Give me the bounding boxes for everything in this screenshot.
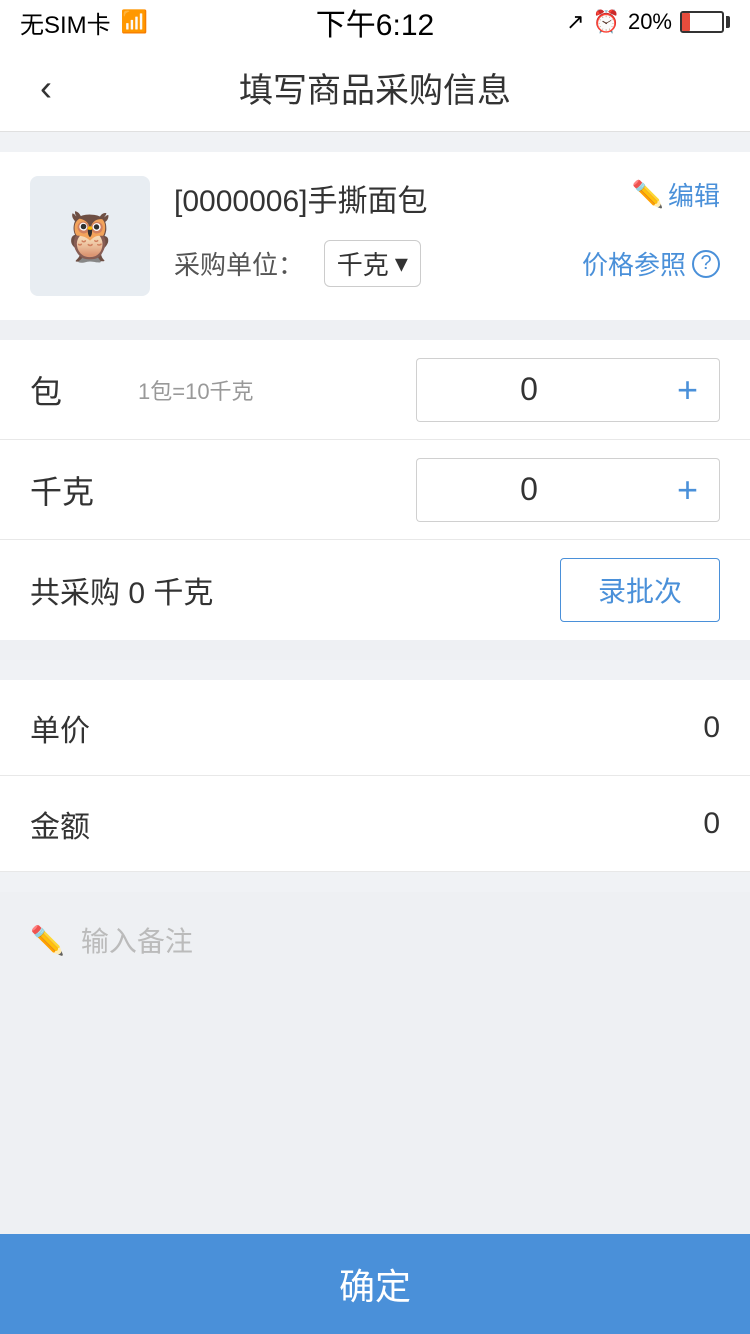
batch-button[interactable]: 录批次 bbox=[560, 558, 720, 622]
page-title: 填写商品采购信息 bbox=[239, 63, 511, 112]
pencil-icon: ✏️ bbox=[30, 924, 65, 957]
pack-input-group: + bbox=[416, 358, 720, 422]
battery-percent: 20% bbox=[628, 9, 672, 35]
confirm-button[interactable]: 确定 bbox=[0, 1234, 750, 1334]
kg-input-group: + bbox=[416, 458, 720, 522]
section-divider-1 bbox=[0, 320, 750, 340]
unit-price-row: 单价 0 bbox=[0, 680, 750, 776]
unit-price-label: 单价 bbox=[30, 706, 90, 750]
pack-quantity-input[interactable] bbox=[416, 358, 656, 422]
battery-icon bbox=[680, 11, 730, 33]
pack-plus-button[interactable]: + bbox=[656, 358, 720, 422]
kg-quantity-input[interactable] bbox=[416, 458, 656, 522]
chevron-down-icon: ▾ bbox=[395, 248, 408, 279]
back-button[interactable]: ‹ bbox=[30, 57, 62, 119]
kg-label: 千克 bbox=[30, 467, 130, 513]
section-divider-2 bbox=[0, 640, 750, 660]
alarm-icon: ⏰ bbox=[593, 9, 620, 35]
help-icon: ? bbox=[692, 250, 720, 278]
unit-price-value: 0 bbox=[703, 711, 720, 745]
edit-button[interactable]: ✏️ 编辑 bbox=[632, 176, 720, 213]
status-time: 下午6:12 bbox=[316, 9, 434, 42]
unit-select[interactable]: 千克 ▾ bbox=[324, 240, 421, 287]
summary-text: 共采购 0 千克 bbox=[30, 568, 213, 612]
kg-input-row: 千克 + bbox=[0, 440, 750, 540]
input-section: 包 1包=10千克 + 千克 + bbox=[0, 340, 750, 540]
product-owl-icon: 🦉 bbox=[60, 208, 120, 265]
pack-input-row: 包 1包=10千克 + bbox=[0, 340, 750, 440]
summary-row: 共采购 0 千克 录批次 bbox=[0, 540, 750, 640]
price-section: 单价 0 金额 0 bbox=[0, 680, 750, 872]
status-bar: 无SIM卡 📶 下午6:12 ↗ ⏰ 20% bbox=[0, 0, 750, 44]
price-ref-button[interactable]: 价格参照 ? bbox=[582, 245, 720, 282]
note-section[interactable]: ✏️ 输入备注 bbox=[0, 892, 750, 988]
edit-icon: ✏️ bbox=[632, 179, 664, 210]
product-image: 🦉 bbox=[30, 176, 150, 296]
nav-bar: ‹ 填写商品采购信息 bbox=[0, 44, 750, 132]
kg-plus-button[interactable]: + bbox=[656, 458, 720, 522]
note-placeholder: 输入备注 bbox=[81, 920, 193, 960]
unit-label: 采购单位： bbox=[174, 250, 304, 280]
amount-value: 0 bbox=[703, 807, 720, 841]
location-icon: ↗ bbox=[566, 9, 584, 35]
wifi-icon: 📶 bbox=[121, 9, 148, 35]
product-card: 🦉 [0000006]手撕面包 ✏️ 编辑 采购单位： 千克 ▾ 价格参照 ? bbox=[0, 152, 750, 320]
amount-row: 金额 0 bbox=[0, 776, 750, 872]
carrier-text: 无SIM卡 bbox=[20, 5, 111, 40]
pack-label: 包 bbox=[30, 367, 130, 413]
product-name: [0000006]手撕面包 bbox=[174, 176, 427, 220]
pack-sublabel: 1包=10千克 bbox=[138, 374, 416, 406]
amount-label: 金额 bbox=[30, 802, 90, 846]
product-details: [0000006]手撕面包 ✏️ 编辑 采购单位： 千克 ▾ 价格参照 ? bbox=[174, 176, 720, 287]
